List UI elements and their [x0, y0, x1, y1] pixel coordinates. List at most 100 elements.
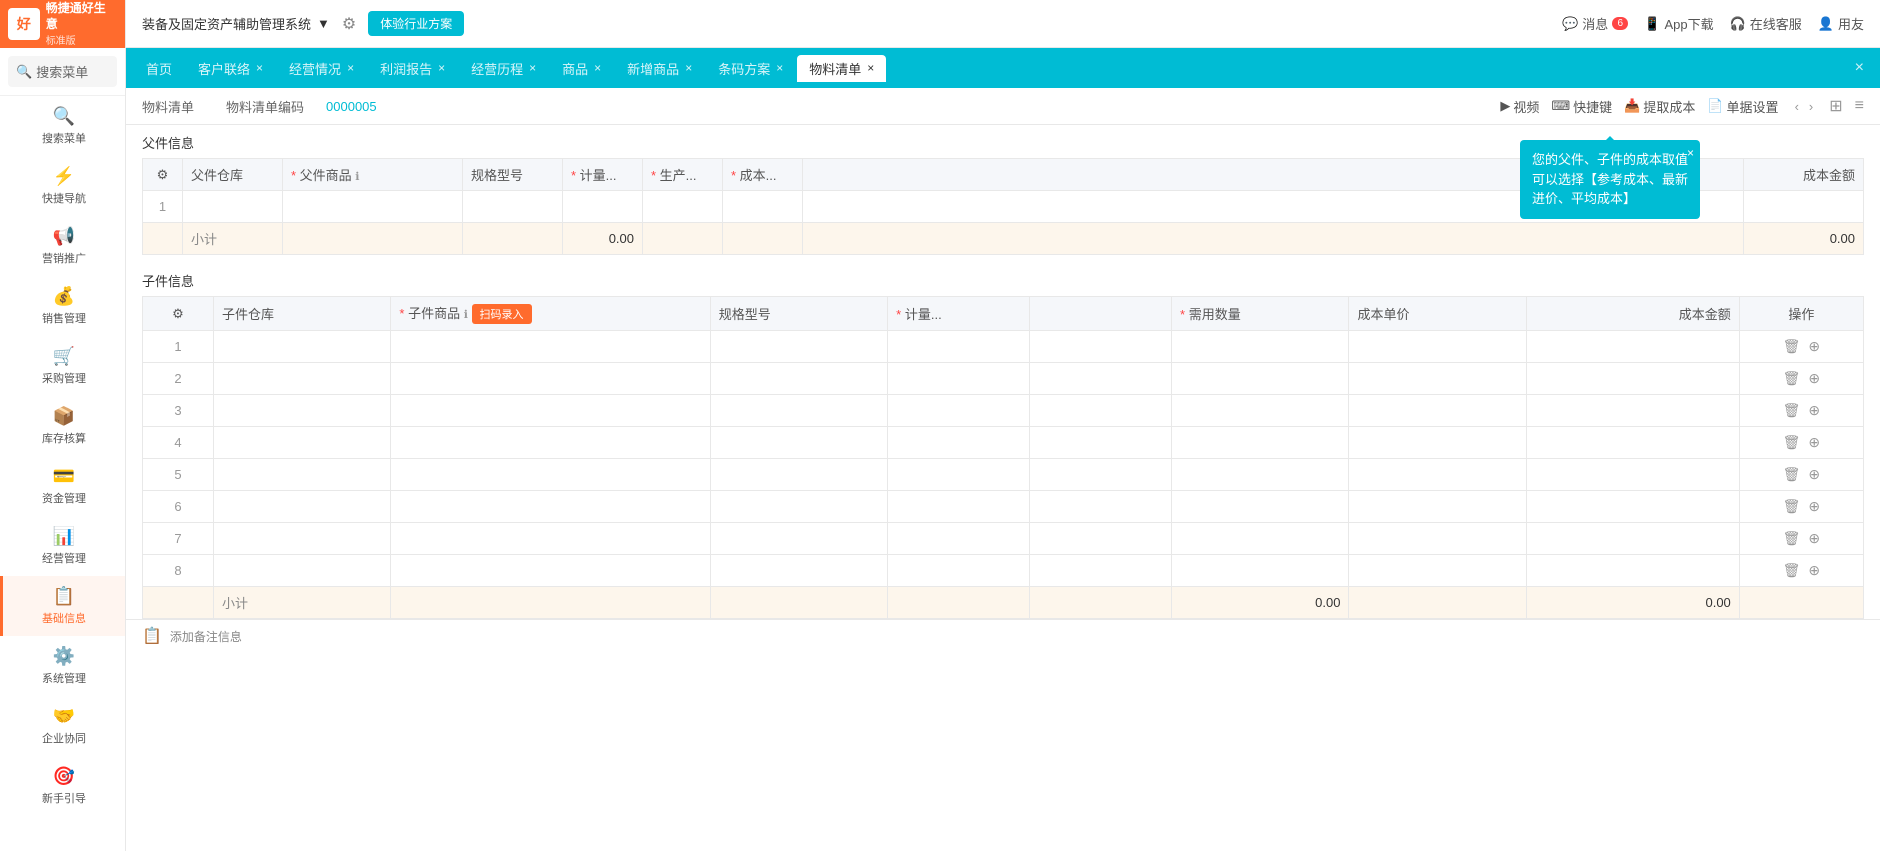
parent-unit-cell[interactable]	[563, 191, 643, 223]
copy-row-1-button[interactable]: ⊕	[1806, 336, 1822, 357]
online-service-button[interactable]: 🎧 在线客服	[1730, 14, 1802, 33]
tab-close-icon[interactable]: ×	[529, 61, 536, 75]
search-menu-button[interactable]: 🔍 搜索菜单	[8, 56, 117, 87]
delete-row-6-button[interactable]: 🗑	[1781, 496, 1803, 517]
delete-row-7-button[interactable]: 🗑	[1781, 528, 1803, 549]
delete-row-1-button[interactable]: 🗑	[1781, 336, 1803, 357]
tab-close-icon[interactable]: ×	[256, 61, 263, 75]
child-unit-cost-cell-1[interactable]	[1349, 331, 1526, 363]
nav-tab-经营历程[interactable]: 经营历程×	[459, 55, 548, 82]
child-product-cell-3[interactable]	[391, 395, 710, 427]
parent-production-cell[interactable]	[643, 191, 723, 223]
child-warehouse-cell-6[interactable]	[213, 491, 390, 523]
child-warehouse-cell-3[interactable]	[213, 395, 390, 427]
sidebar-item-guide[interactable]: 🎯 新手引导	[0, 756, 125, 816]
child-product-cell-2[interactable]	[391, 363, 710, 395]
child-unit-cell-3[interactable]	[888, 395, 1030, 427]
child-spec-cell-1[interactable]	[710, 331, 887, 363]
child-unit-cell-1[interactable]	[888, 331, 1030, 363]
sidebar-item-inventory[interactable]: 📦 库存核算	[0, 396, 125, 456]
child-spec-cell-8[interactable]	[710, 555, 887, 587]
child-unit-cost-cell-5[interactable]	[1349, 459, 1526, 491]
tab-close-icon[interactable]: ×	[594, 61, 601, 75]
user-menu[interactable]: 👤 用友	[1818, 14, 1864, 33]
delete-row-8-button[interactable]: 🗑	[1781, 560, 1803, 581]
copy-row-6-button[interactable]: ⊕	[1806, 496, 1822, 517]
sidebar-item-operations[interactable]: 📊 经营管理	[0, 516, 125, 576]
child-product-cell-8[interactable]	[391, 555, 710, 587]
child-qty-cell-7[interactable]	[1172, 523, 1349, 555]
child-warehouse-cell-1[interactable]	[213, 331, 390, 363]
child-unit-cost-cell-2[interactable]	[1349, 363, 1526, 395]
nav-tab-客户联络[interactable]: 客户联络×	[186, 55, 275, 82]
child-unit-cell-4[interactable]	[888, 427, 1030, 459]
prev-arrow-icon[interactable]: ‹	[1791, 97, 1803, 116]
copy-row-7-button[interactable]: ⊕	[1806, 528, 1822, 549]
parent-th-settings[interactable]: ⚙	[143, 159, 183, 191]
child-qty-cell-6[interactable]	[1172, 491, 1349, 523]
view-action[interactable]: ▶ 视频	[1500, 97, 1539, 116]
trial-button[interactable]: 体验行业方案	[368, 11, 464, 36]
child-qty-cell-5[interactable]	[1172, 459, 1349, 491]
tab-close-icon[interactable]: ×	[685, 61, 692, 75]
dropdown-arrow-icon[interactable]: ▼	[317, 16, 330, 31]
delete-row-5-button[interactable]: 🗑	[1781, 464, 1803, 485]
child-warehouse-cell-2[interactable]	[213, 363, 390, 395]
child-qty-cell-4[interactable]	[1172, 427, 1349, 459]
child-spec-cell-3[interactable]	[710, 395, 887, 427]
child-warehouse-cell-4[interactable]	[213, 427, 390, 459]
sidebar-item-marketing[interactable]: 📢 营销推广	[0, 216, 125, 276]
child-spec-cell-6[interactable]	[710, 491, 887, 523]
sidebar-item-finance[interactable]: 💳 资金管理	[0, 456, 125, 516]
child-unit-cost-cell-6[interactable]	[1349, 491, 1526, 523]
list-view-icon[interactable]: ≡	[1855, 97, 1864, 115]
copy-row-8-button[interactable]: ⊕	[1806, 560, 1822, 581]
shortcut-action[interactable]: ⌨ 快捷键	[1551, 97, 1612, 116]
sidebar-item-basic-info[interactable]: 📋 基础信息	[0, 576, 125, 636]
delete-row-3-button[interactable]: 🗑	[1781, 400, 1803, 421]
delete-row-4-button[interactable]: 🗑	[1781, 432, 1803, 453]
nav-tab-经营情况[interactable]: 经营情况×	[277, 55, 366, 82]
parent-cost-cell[interactable]	[723, 191, 803, 223]
child-product-info-icon[interactable]: ℹ	[464, 309, 468, 321]
scan-input-button[interactable]: 扫码录入	[472, 304, 532, 324]
parent-product-info-icon[interactable]: ℹ	[355, 171, 359, 183]
child-unit-cell-7[interactable]	[888, 523, 1030, 555]
delete-row-2-button[interactable]: 🗑	[1781, 368, 1803, 389]
child-qty-cell-8[interactable]	[1172, 555, 1349, 587]
tab-close-icon[interactable]: ×	[867, 61, 874, 75]
child-qty-cell-2[interactable]	[1172, 363, 1349, 395]
message-button[interactable]: 💬 消息 6	[1562, 14, 1628, 33]
app-download-button[interactable]: 📱 App下载	[1644, 14, 1713, 33]
child-product-cell-6[interactable]	[391, 491, 710, 523]
tab-close-icon[interactable]: ×	[347, 61, 354, 75]
child-spec-cell-4[interactable]	[710, 427, 887, 459]
nav-tab-物料清单[interactable]: 物料清单×	[797, 55, 886, 82]
child-product-cell-4[interactable]	[391, 427, 710, 459]
copy-row-4-button[interactable]: ⊕	[1806, 432, 1822, 453]
next-arrow-icon[interactable]: ›	[1805, 97, 1817, 116]
child-spec-cell-5[interactable]	[710, 459, 887, 491]
sidebar-item-quick-nav[interactable]: ⚡ 快捷导航	[0, 156, 125, 216]
tooltip-close-button[interactable]: ×	[1687, 144, 1694, 162]
child-product-cell-1[interactable]	[391, 331, 710, 363]
child-unit-cell-2[interactable]	[888, 363, 1030, 395]
extract-cost-action[interactable]: 📥 提取成本	[1624, 97, 1695, 116]
single-settings-action[interactable]: 📄 单据设置	[1707, 97, 1778, 116]
child-product-cell-7[interactable]	[391, 523, 710, 555]
settings-gear-icon[interactable]: ⚙	[342, 14, 356, 34]
nav-tab-条码方案[interactable]: 条码方案×	[706, 55, 795, 82]
parent-warehouse-cell[interactable]	[183, 191, 283, 223]
child-unit-cell-5[interactable]	[888, 459, 1030, 491]
sidebar-item-search[interactable]: 🔍 搜索菜单	[0, 96, 125, 156]
child-unit-cell-6[interactable]	[888, 491, 1030, 523]
nav-tab-新增商品[interactable]: 新增商品×	[615, 55, 704, 82]
copy-row-5-button[interactable]: ⊕	[1806, 464, 1822, 485]
sidebar-item-system[interactable]: ⚙️ 系统管理	[0, 636, 125, 696]
child-warehouse-cell-7[interactable]	[213, 523, 390, 555]
sidebar-item-purchase[interactable]: 🛒 采购管理	[0, 336, 125, 396]
child-qty-cell-3[interactable]	[1172, 395, 1349, 427]
tab-close-icon[interactable]: ×	[776, 61, 783, 75]
sidebar-item-sales[interactable]: 💰 销售管理	[0, 276, 125, 336]
notes-text[interactable]: 添加备注信息	[170, 628, 242, 645]
